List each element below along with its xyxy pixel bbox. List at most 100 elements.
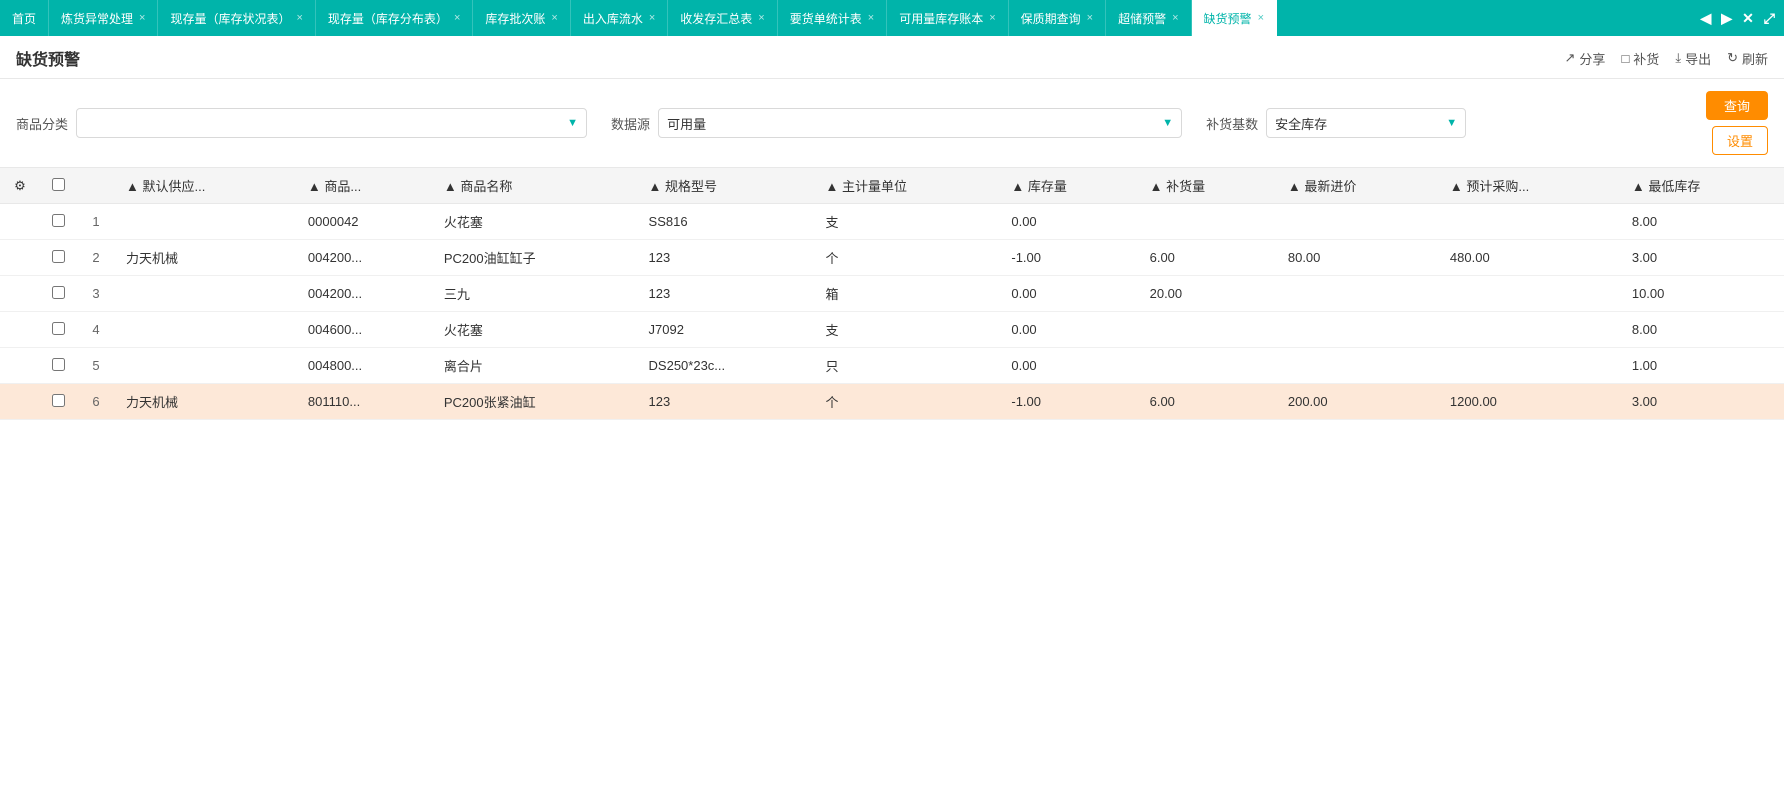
row-checkbox-2[interactable] [40,240,76,276]
th-product-code[interactable]: ▲ 商品... [298,168,434,204]
row-latest-price-5 [1278,348,1440,384]
row-replenish-qty-3: 20.00 [1140,276,1278,312]
row-checkbox-5[interactable] [40,348,76,384]
th-estimated-purchase[interactable]: ▲ 预计采购... [1440,168,1622,204]
row-checkbox-4[interactable] [40,312,76,348]
tab-home[interactable]: 首页 [0,0,49,36]
row-spec-3: 123 [639,276,816,312]
row-replenish-qty-6: 6.00 [1140,384,1278,420]
tab-expand-btn[interactable]: ⤢ [1759,10,1780,27]
row-gear-5 [0,348,40,384]
close-inventory-dist[interactable]: × [454,12,460,24]
tab-overstock-warning[interactable]: 超储预警 × [1106,0,1191,36]
tab-expiry-query[interactable]: 保质期查询 × [1009,0,1106,36]
row-replenish-qty-2: 6.00 [1140,240,1278,276]
close-available-ledger[interactable]: × [989,12,995,24]
th-spec[interactable]: ▲ 规格型号 [639,168,816,204]
row-supplier-5 [116,348,298,384]
query-button[interactable]: 查询 [1706,91,1768,120]
row-supplier-2: 力天机械 [116,240,298,276]
row-latest-price-3 [1278,276,1440,312]
row-min-stock-3: 10.00 [1622,276,1784,312]
row-unit-6: 个 [815,384,1001,420]
share-button[interactable]: ↗ 分享 [1565,49,1606,68]
th-default-supplier[interactable]: ▲ 默认供应... [116,168,298,204]
th-latest-price[interactable]: ▲ 最新进价 [1278,168,1440,204]
close-order-stats[interactable]: × [868,12,874,24]
tab-close-all-btn[interactable]: ✕ [1737,10,1759,27]
tab-inout-flow[interactable]: 出入库流水 × [571,0,668,36]
row-supplier-4 [116,312,298,348]
close-batch-account[interactable]: × [551,12,557,24]
tab-stale-exception[interactable]: 炼货异常处理 × [49,0,158,36]
table-row: 3 004200... 三九 123 箱 0.00 20.00 10.00 [0,276,1784,312]
setting-button[interactable]: 设置 [1712,126,1768,155]
th-product-name[interactable]: ▲ 商品名称 [434,168,639,204]
th-gear[interactable]: ⚙ [0,168,40,204]
row-select-4[interactable] [52,322,65,335]
th-replenish-qty[interactable]: ▲ 补货量 [1140,168,1278,204]
row-checkbox-1[interactable] [40,204,76,240]
row-replenish-qty-1 [1140,204,1278,240]
th-stock[interactable]: ▲ 库存量 [1001,168,1139,204]
row-product-code-1: 0000042 [298,204,434,240]
close-overstock-warning[interactable]: × [1172,12,1178,24]
table-row: 1 0000042 火花塞 SS816 支 0.00 8.00 [0,204,1784,240]
row-gear-1 [0,204,40,240]
close-shortage-warning[interactable]: × [1258,12,1264,24]
filter-row: 商品分类 ▼ 数据源 可用量 ▼ 补货基数 安全库存 ▼ 查询 设置 [0,79,1784,168]
refresh-button[interactable]: ↻ 刷新 [1727,49,1768,68]
close-stale-exception[interactable]: × [139,12,145,24]
row-gear-3 [0,276,40,312]
export-button[interactable]: ⤓ 导出 [1675,49,1711,68]
page-content: 缺货预警 ↗ 分享 □ 补货 ⤓ 导出 ↻ 刷新 商品分类 [0,36,1784,796]
row-num-2: 2 [76,240,116,276]
refresh-icon: ↻ [1727,50,1738,66]
tab-prev-btn[interactable]: ◀ [1696,10,1717,27]
tab-order-stats[interactable]: 要货单统计表 × [778,0,887,36]
replenish-button[interactable]: □ 补货 [1621,49,1659,68]
row-checkbox-6[interactable] [40,384,76,420]
row-select-6[interactable] [52,394,65,407]
tab-next-btn[interactable]: ▶ [1716,10,1737,27]
replenish-icon: □ [1621,51,1629,66]
row-spec-2: 123 [639,240,816,276]
tab-batch-account[interactable]: 库存批次账 × [473,0,570,36]
tab-receipt-summary[interactable]: 收发存汇总表 × [668,0,777,36]
row-latest-price-2: 80.00 [1278,240,1440,276]
row-stock-3: 0.00 [1001,276,1139,312]
row-stock-2: -1.00 [1001,240,1139,276]
table-header-row: ⚙ ▲ 默认供应... ▲ 商品... ▲ 商品名称 ▲ 规格型号 [0,168,1784,204]
th-checkbox[interactable] [40,168,76,204]
row-min-stock-2: 3.00 [1622,240,1784,276]
tab-inventory-status[interactable]: 现存量（库存状况表） × [158,0,315,36]
row-select-2[interactable] [52,250,65,263]
th-row-num [76,168,116,204]
close-inout-flow[interactable]: × [649,12,655,24]
row-supplier-3 [116,276,298,312]
select-all-checkbox[interactable] [52,178,65,191]
th-unit[interactable]: ▲ 主计量单位 [815,168,1001,204]
close-receipt-summary[interactable]: × [758,12,764,24]
close-inventory-status[interactable]: × [296,12,302,24]
row-select-1[interactable] [52,214,65,227]
row-min-stock-4: 8.00 [1622,312,1784,348]
row-gear-6 [0,384,40,420]
tab-available-ledger[interactable]: 可用量库存账本 × [887,0,1008,36]
replenish-base-select[interactable]: 安全库存 ▼ [1266,108,1466,138]
row-stock-4: 0.00 [1001,312,1139,348]
row-product-name-6: PC200张紧油缸 [434,384,639,420]
row-estimated-purchase-4 [1440,312,1622,348]
category-select[interactable]: ▼ [76,108,587,138]
th-min-stock[interactable]: ▲ 最低库存 [1622,168,1784,204]
share-icon: ↗ [1565,50,1576,66]
row-select-5[interactable] [52,358,65,371]
close-expiry-query[interactable]: × [1087,12,1093,24]
row-num-5: 5 [76,348,116,384]
tab-inventory-dist[interactable]: 现存量（库存分布表） × [316,0,473,36]
row-select-3[interactable] [52,286,65,299]
row-latest-price-1 [1278,204,1440,240]
datasource-select[interactable]: 可用量 ▼ [658,108,1182,138]
row-checkbox-3[interactable] [40,276,76,312]
tab-shortage-warning[interactable]: 缺货预警 × [1192,0,1277,36]
